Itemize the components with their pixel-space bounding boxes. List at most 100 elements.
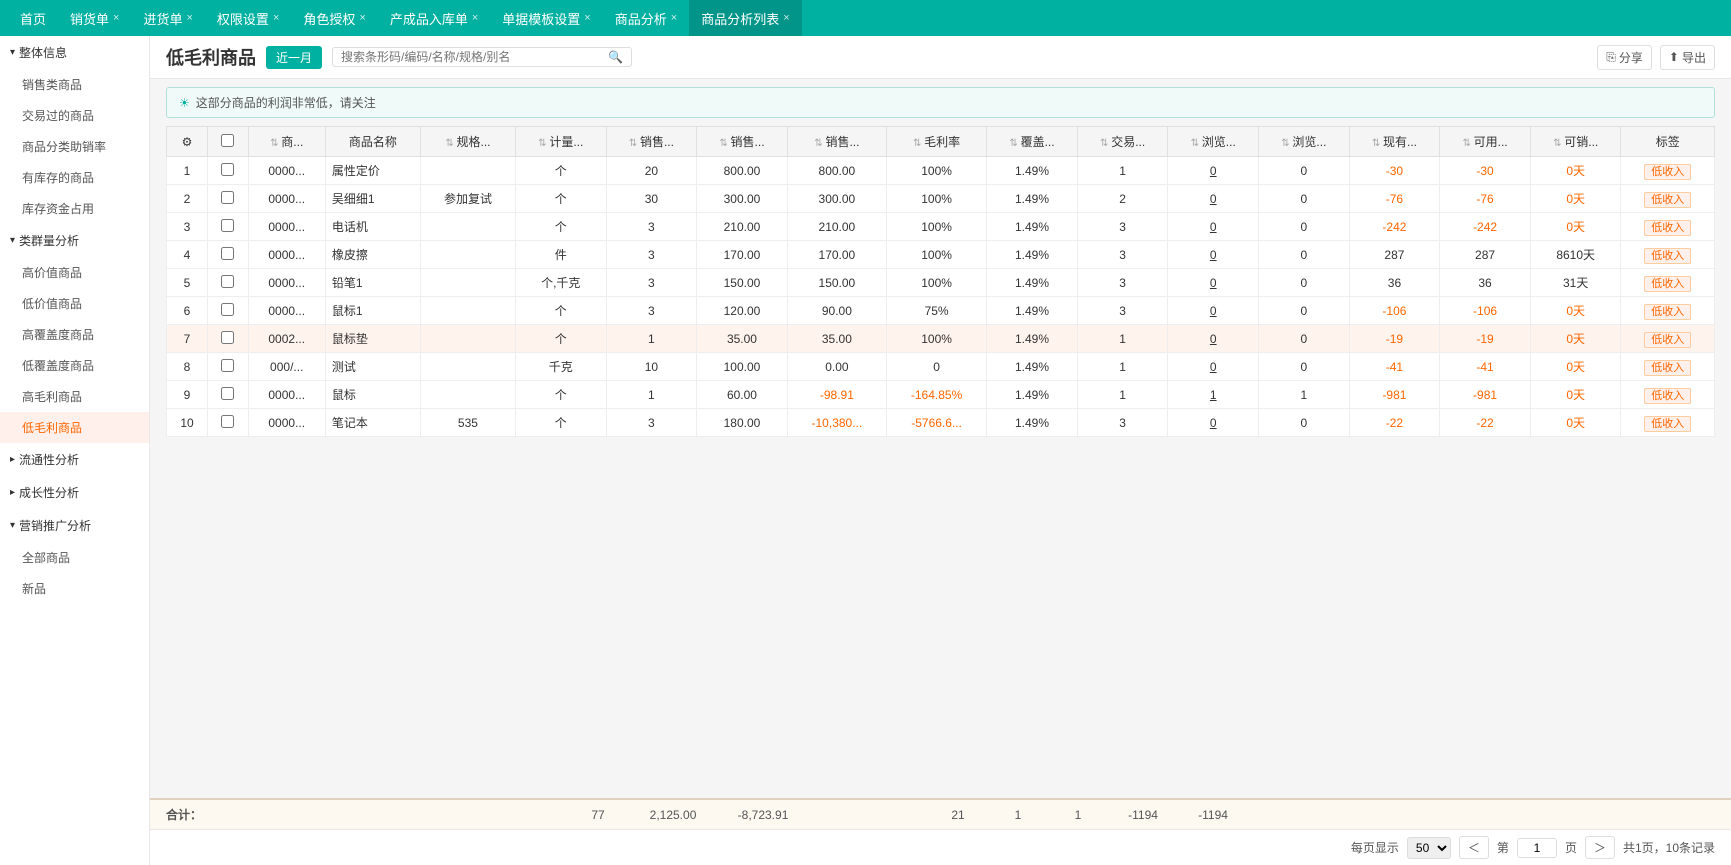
prev-page-button[interactable]: ＜: [1459, 836, 1489, 859]
sidebar-item-low-margin[interactable]: 低毛利商品: [0, 412, 149, 443]
cell-views1[interactable]: 0: [1168, 325, 1259, 353]
search-input[interactable]: [341, 50, 608, 64]
th-gross-margin[interactable]: 毛利率: [886, 127, 986, 157]
cell-checkbox[interactable]: [208, 213, 248, 241]
row-checkbox[interactable]: [221, 219, 234, 232]
cell-checkbox[interactable]: [208, 409, 248, 437]
close-purchase-order[interactable]: ×: [186, 12, 192, 24]
cell-views1[interactable]: 0: [1168, 213, 1259, 241]
nav-role-auth[interactable]: 角色授权 ×: [291, 0, 377, 36]
cell-checkbox[interactable]: [208, 297, 248, 325]
th-tag[interactable]: 标签: [1621, 127, 1715, 157]
cell-checkbox[interactable]: [208, 381, 248, 409]
th-views1[interactable]: 浏览...: [1168, 127, 1259, 157]
close-product-analysis[interactable]: ×: [671, 12, 677, 24]
nav-permissions[interactable]: 权限设置 ×: [205, 0, 291, 36]
th-code[interactable]: 商...: [248, 127, 325, 157]
table-body: 1 0000... 属性定价 个 20 800.00 800.00 100% 1…: [167, 157, 1715, 437]
sidebar-item-sales-goods[interactable]: 销售类商品: [0, 69, 149, 100]
row-checkbox[interactable]: [221, 247, 234, 260]
close-permissions[interactable]: ×: [273, 12, 279, 24]
cell-views1[interactable]: 0: [1168, 241, 1259, 269]
row-checkbox[interactable]: [221, 415, 234, 428]
cell-views1[interactable]: 0: [1168, 297, 1259, 325]
th-trade-cnt[interactable]: 交易...: [1077, 127, 1168, 157]
cell-checkbox[interactable]: [208, 157, 248, 185]
sidebar-item-high-value[interactable]: 高价值商品: [0, 257, 149, 288]
row-checkbox[interactable]: [221, 163, 234, 176]
sidebar-section-circulation[interactable]: ▸ 流通性分析: [0, 443, 149, 476]
cell-trade-cnt: 1: [1077, 157, 1168, 185]
sidebar-section-marketing[interactable]: ▾ 营销推广分析: [0, 509, 149, 542]
page-input[interactable]: [1517, 838, 1557, 858]
th-sales-qty[interactable]: 销售...: [606, 127, 697, 157]
sidebar-section-overall[interactable]: ▾ 整体信息: [0, 36, 149, 69]
cell-views1[interactable]: 0: [1168, 353, 1259, 381]
th-checkbox[interactable]: [208, 127, 248, 157]
row-checkbox[interactable]: [221, 359, 234, 372]
th-spec[interactable]: 规格...: [420, 127, 515, 157]
per-page-select[interactable]: 50: [1407, 837, 1451, 859]
sidebar-item-high-margin[interactable]: 高毛利商品: [0, 381, 149, 412]
sidebar-item-all-goods[interactable]: 全部商品: [0, 542, 149, 573]
th-unit[interactable]: 计量...: [515, 127, 606, 157]
footer-values: 77 2,125.00 -8,723.91 21 1 1 -1194 -1194: [222, 808, 1715, 822]
th-sales-amt[interactable]: 销售...: [697, 127, 788, 157]
row-checkbox[interactable]: [221, 387, 234, 400]
sidebar-item-category-rate[interactable]: 商品分类助销率: [0, 131, 149, 162]
sidebar-item-high-coverage[interactable]: 高覆盖度商品: [0, 319, 149, 350]
row-checkbox[interactable]: [221, 331, 234, 344]
search-icon[interactable]: 🔍: [608, 50, 623, 64]
nav-product-analysis[interactable]: 商品分析 ×: [603, 0, 689, 36]
cell-views1[interactable]: 0: [1168, 409, 1259, 437]
cell-checkbox[interactable]: [208, 353, 248, 381]
close-product-inbound[interactable]: ×: [472, 12, 478, 24]
sidebar-item-stock-capital[interactable]: 库存资金占用: [0, 193, 149, 224]
close-template-settings[interactable]: ×: [584, 12, 590, 24]
th-stock-cur[interactable]: 现有...: [1349, 127, 1440, 157]
th-coverage[interactable]: 覆盖...: [987, 127, 1078, 157]
cell-views1[interactable]: 1: [1168, 381, 1259, 409]
cell-checkbox[interactable]: [208, 185, 248, 213]
th-sales-profit[interactable]: 销售...: [787, 127, 886, 157]
close-role-auth[interactable]: ×: [359, 12, 365, 24]
nav-product-analysis-list[interactable]: 商品分析列表 ×: [689, 0, 801, 36]
export-button[interactable]: ⬆ 导出: [1660, 45, 1715, 70]
share-button[interactable]: ⎘ 分享: [1597, 45, 1652, 70]
cell-views1[interactable]: 0: [1168, 269, 1259, 297]
th-name[interactable]: 商品名称: [325, 127, 420, 157]
cell-views1[interactable]: 0: [1168, 157, 1259, 185]
cell-sales-profit: 300.00: [787, 185, 886, 213]
nav-sales-order[interactable]: 销货单 ×: [58, 0, 131, 36]
th-settings[interactable]: ⚙: [167, 127, 208, 157]
time-filter-button[interactable]: 近一月: [266, 46, 322, 69]
close-sales-order[interactable]: ×: [113, 12, 119, 24]
close-product-analysis-list[interactable]: ×: [783, 12, 789, 24]
cell-checkbox[interactable]: [208, 241, 248, 269]
cell-views2: 0: [1259, 241, 1350, 269]
cell-views1[interactable]: 0: [1168, 185, 1259, 213]
sidebar-item-traded-goods[interactable]: 交易过的商品: [0, 100, 149, 131]
sidebar-item-low-coverage[interactable]: 低覆盖度商品: [0, 350, 149, 381]
th-stock-sale[interactable]: 可销...: [1530, 127, 1621, 157]
th-views2[interactable]: 浏览...: [1259, 127, 1350, 157]
sidebar-item-new-goods[interactable]: 新品: [0, 573, 149, 604]
th-stock-avail[interactable]: 可用...: [1440, 127, 1531, 157]
nav-template-settings[interactable]: 单据模板设置 ×: [490, 0, 602, 36]
row-checkbox[interactable]: [221, 303, 234, 316]
row-checkbox[interactable]: [221, 275, 234, 288]
sidebar-item-stocked-goods[interactable]: 有库存的商品: [0, 162, 149, 193]
row-checkbox[interactable]: [221, 191, 234, 204]
nav-home[interactable]: 首页: [8, 0, 58, 36]
cell-sales-amt: 150.00: [697, 269, 788, 297]
cell-checkbox[interactable]: [208, 325, 248, 353]
nav-product-inbound[interactable]: 产成品入库单 ×: [378, 0, 490, 36]
sidebar-section-growth[interactable]: ▸ 成长性分析: [0, 476, 149, 509]
cell-sales-qty: 1: [606, 325, 697, 353]
cell-checkbox[interactable]: [208, 269, 248, 297]
select-all-checkbox[interactable]: [221, 134, 234, 147]
nav-purchase-order[interactable]: 进货单 ×: [131, 0, 204, 36]
sidebar-section-cluster[interactable]: ▾ 类群量分析: [0, 224, 149, 257]
sidebar-item-low-value[interactable]: 低价值商品: [0, 288, 149, 319]
next-page-button[interactable]: ＞: [1585, 836, 1615, 859]
